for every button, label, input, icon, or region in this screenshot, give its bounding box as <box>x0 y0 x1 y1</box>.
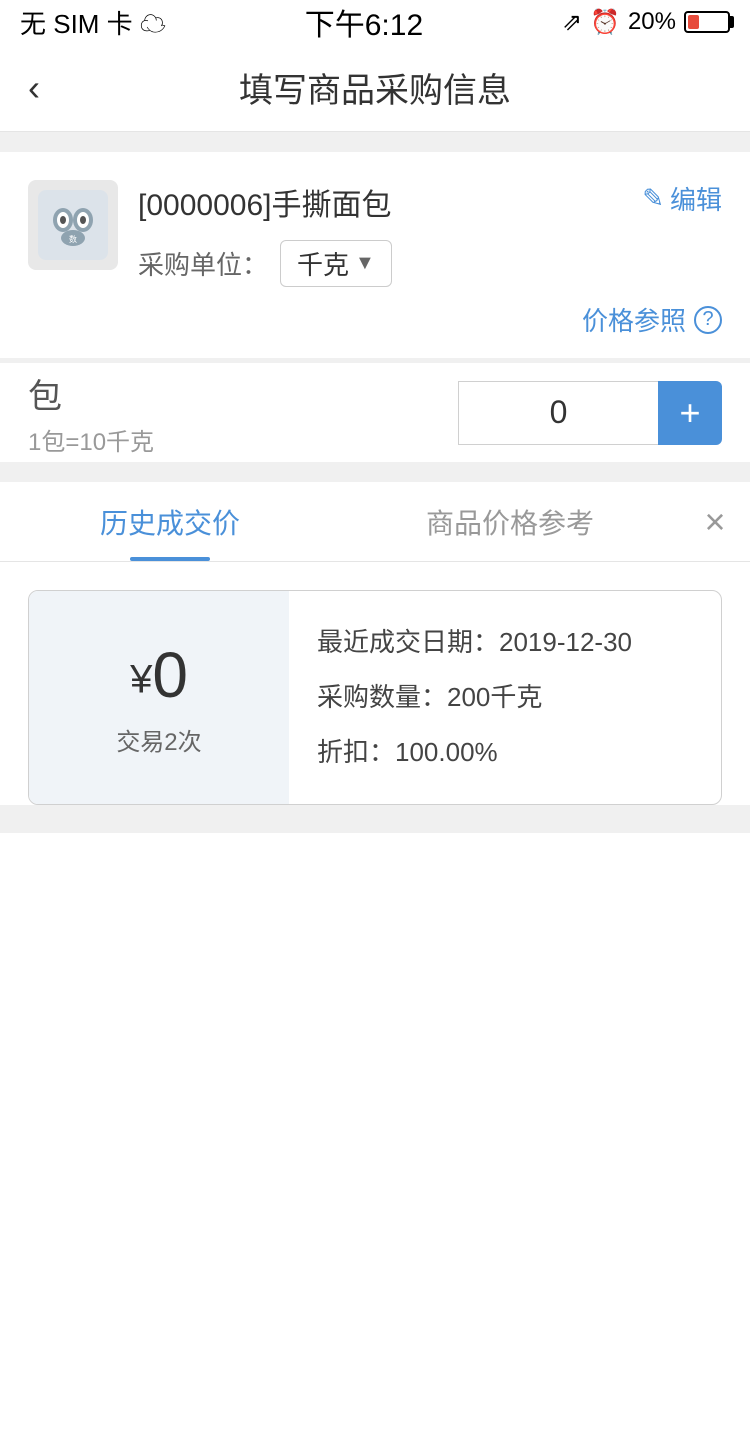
tab-close-button[interactable]: × <box>680 487 750 557</box>
price-card: ¥0 交易2次 最近成交日期：2019-12-30 采购数量：200千克 折扣：… <box>28 590 722 805</box>
tab-header: 历史成交价 商品价格参考 × <box>0 482 750 562</box>
product-left: 数 [0000006]手撕面包 采购单位： 千克 ▼ <box>28 180 392 287</box>
signal-label: 无 SIM 卡 ☁ <box>20 4 166 41</box>
purchase-quantity-item: 采购数量：200千克 <box>317 678 693 717</box>
yen-symbol: ¥ <box>130 658 152 702</box>
product-thumbnail: 数 <box>28 180 118 270</box>
location-icon: ⇗ <box>562 8 582 37</box>
dropdown-arrow-icon: ▼ <box>355 252 375 275</box>
tab-product-price-ref[interactable]: 商品价格参考 <box>340 482 680 561</box>
status-bar: 无 SIM 卡 ☁ 下午6:12 ⇗ ⏰ 20% <box>0 0 750 44</box>
unit-label: 采购单位： <box>138 245 268 282</box>
tab-product-price-ref-label: 商品价格参考 <box>426 502 594 542</box>
product-info: [0000006]手撕面包 采购单位： 千克 ▼ <box>138 180 392 287</box>
price-card-right: 最近成交日期：2019-12-30 采购数量：200千克 折扣：100.00% <box>289 591 721 804</box>
tab-history-price-label: 历史成交价 <box>100 502 240 542</box>
price-ref-button[interactable]: 价格参照 ? <box>582 301 722 338</box>
quantity-label-block: 包 1包=10千克 <box>28 369 154 457</box>
alarm-icon: ⏰ <box>590 8 620 37</box>
product-top: 数 [0000006]手撕面包 采购单位： 千克 ▼ ✎ 编辑 <box>28 180 722 287</box>
tab-history-price[interactable]: 历史成交价 <box>0 482 340 561</box>
edit-link[interactable]: ✎ 编辑 <box>642 180 722 217</box>
discount-value: 100.00% <box>395 737 498 767</box>
quantity-plus-button[interactable]: + <box>658 381 722 445</box>
price-ref-label: 价格参照 <box>582 301 686 338</box>
quantity-section: 包 1包=10千克 0 + <box>0 362 750 462</box>
product-name: [0000006]手撕面包 <box>138 180 392 224</box>
price-number: 0 <box>152 639 188 711</box>
status-left: 无 SIM 卡 ☁ <box>20 4 166 41</box>
discount-label: 折扣： <box>317 737 395 767</box>
battery-icon <box>684 11 730 33</box>
purchase-quantity-label: 采购数量： <box>317 682 447 712</box>
help-icon: ? <box>694 306 722 334</box>
svg-text:数: 数 <box>69 234 77 244</box>
quantity-unit-big: 包 <box>28 369 154 418</box>
battery-percent: 20% <box>628 8 676 36</box>
back-button[interactable]: ‹ <box>28 67 40 109</box>
edit-icon: ✎ <box>642 183 664 214</box>
quantity-input[interactable]: 0 <box>458 381 658 445</box>
discount-item: 折扣：100.00% <box>317 733 693 772</box>
price-card-left: ¥0 交易2次 <box>29 591 289 804</box>
status-time: 下午6:12 <box>305 0 423 44</box>
last-date-item: 最近成交日期：2019-12-30 <box>317 623 693 662</box>
edit-label: 编辑 <box>670 180 722 217</box>
unit-value: 千克 <box>297 245 349 282</box>
bottom-area <box>0 833 750 1433</box>
last-date-label: 最近成交日期： <box>317 627 499 657</box>
status-right: ⇗ ⏰ 20% <box>562 8 730 37</box>
product-unit-row: 采购单位： 千克 ▼ <box>138 240 392 287</box>
tab-active-underline <box>130 557 210 561</box>
unit-select-dropdown[interactable]: 千克 ▼ <box>280 240 392 287</box>
purchase-quantity-value: 200千克 <box>447 682 542 712</box>
price-value: ¥0 <box>130 638 188 712</box>
page-title: 填写商品采购信息 <box>239 63 511 112</box>
product-card: 数 [0000006]手撕面包 采购单位： 千克 ▼ ✎ 编辑 价格参照 ? <box>0 152 750 358</box>
price-transactions: 交易2次 <box>116 722 201 757</box>
quantity-input-row: 0 + <box>458 381 722 445</box>
header: ‹ 填写商品采购信息 <box>0 44 750 132</box>
last-date-value: 2019-12-30 <box>499 627 632 657</box>
price-ref-row: 价格参照 ? <box>28 301 722 338</box>
tab-section: 历史成交价 商品价格参考 × ¥0 交易2次 最近成交日期：2019-12-30… <box>0 482 750 805</box>
quantity-unit-small: 1包=10千克 <box>28 422 154 457</box>
